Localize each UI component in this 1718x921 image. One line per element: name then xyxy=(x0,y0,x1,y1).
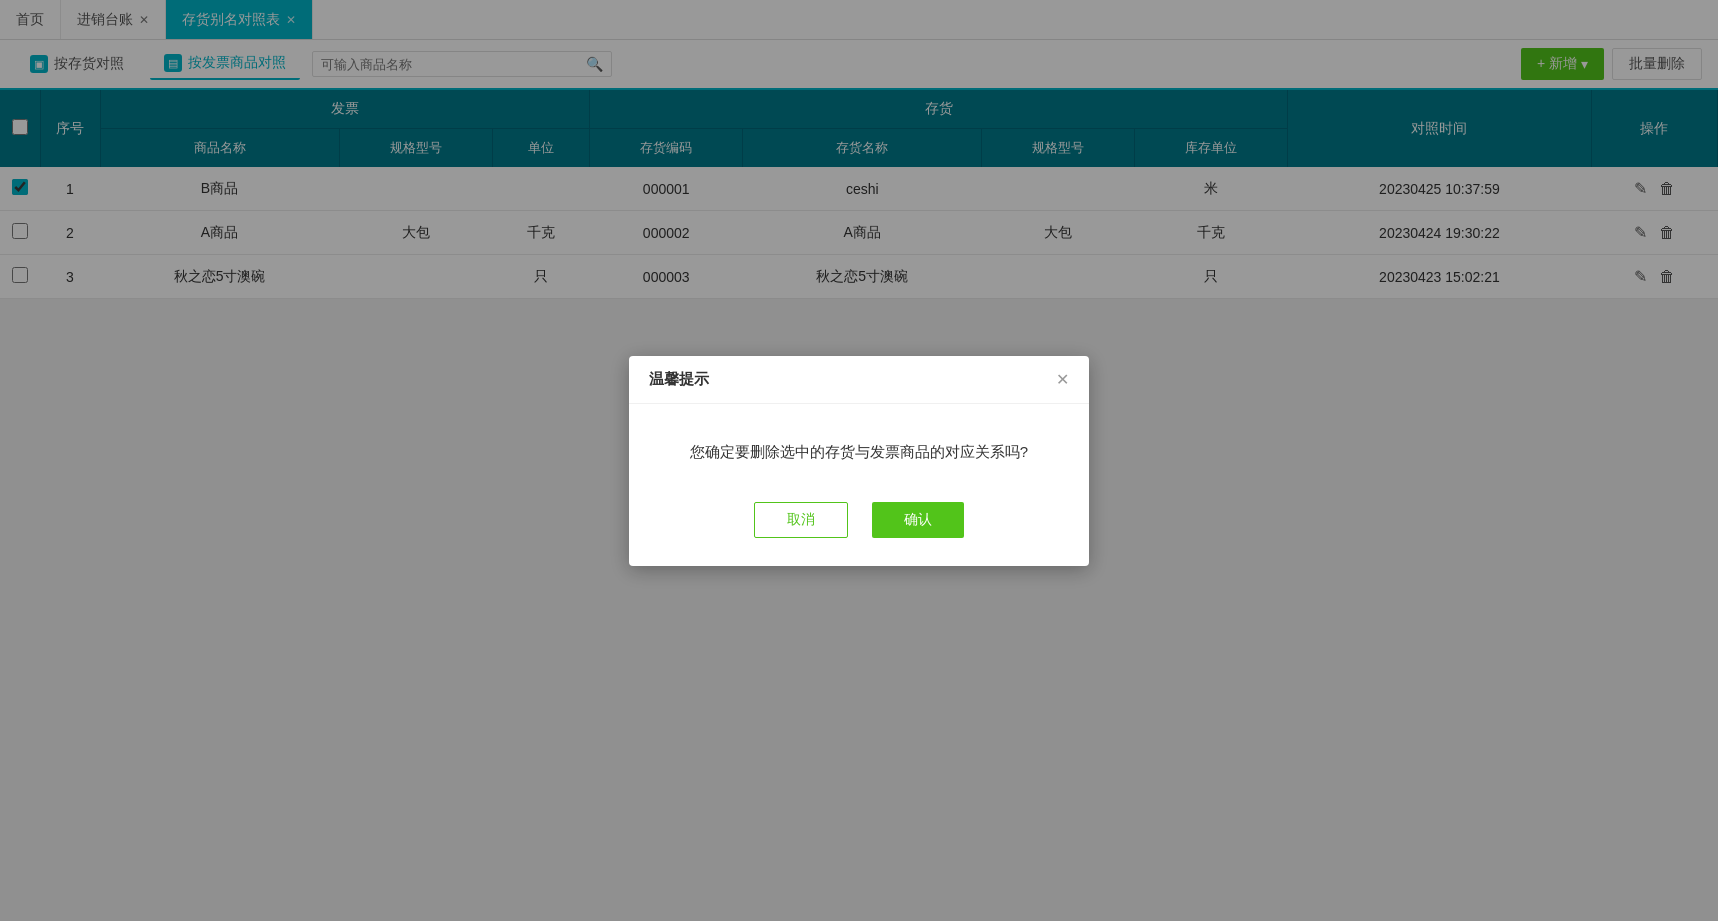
dialog-overlay: 温馨提示 ✕ 您确定要删除选中的存货与发票商品的对应关系吗? 取消 确认 xyxy=(0,0,1718,299)
